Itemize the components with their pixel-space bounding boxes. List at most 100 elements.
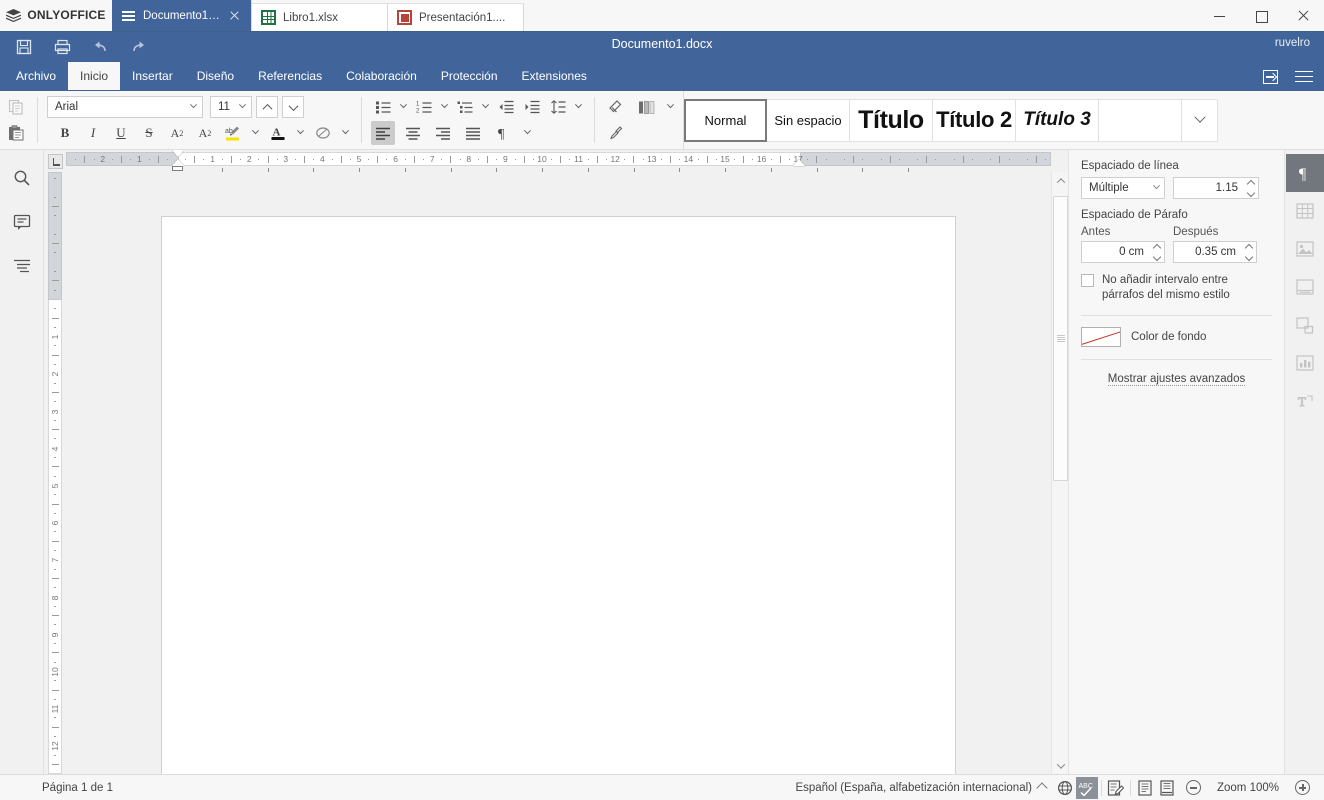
language-selector[interactable]: Español (España, alfabetización internac…	[787, 775, 1054, 800]
scrollbar-thumb[interactable]	[1053, 196, 1068, 481]
strikeout-button[interactable]: S	[137, 121, 161, 145]
multilevel-list-dropdown[interactable]	[479, 95, 492, 119]
header-footer-settings-button[interactable]	[1286, 268, 1324, 306]
document-page[interactable]	[161, 216, 956, 774]
style-titulo-2[interactable]: Título 2	[933, 98, 1016, 142]
spacing-before-stepper[interactable]	[1150, 242, 1164, 262]
document-canvas[interactable]	[66, 172, 1051, 774]
sidebar-item-comments[interactable]	[7, 208, 37, 236]
font-color-button[interactable]: A	[266, 121, 290, 145]
background-color-swatch[interactable]	[1081, 327, 1121, 347]
view-settings-button[interactable]	[1292, 66, 1316, 88]
scroll-down-button[interactable]	[1052, 757, 1069, 774]
line-spacing-button[interactable]	[546, 95, 570, 119]
tab-documento1[interactable]: Documento1.d...	[112, 0, 252, 31]
superscript-button[interactable]: A2	[165, 121, 189, 145]
tab-close-icon[interactable]	[228, 9, 242, 23]
show-advanced-settings-link[interactable]: Mostrar ajustes avanzados	[1107, 373, 1246, 386]
menu-item-referencias[interactable]: Referencias	[246, 62, 334, 90]
highlight-color-button[interactable]: ab	[221, 121, 245, 145]
text-art-settings-button[interactable]: T	[1286, 382, 1324, 420]
style-titulo[interactable]: Título	[850, 98, 933, 142]
spacing-before-input[interactable]: 0 cm	[1081, 241, 1165, 263]
align-right-button[interactable]	[431, 121, 455, 145]
chart-settings-button[interactable]	[1286, 344, 1324, 382]
set-document-language-button[interactable]	[1054, 777, 1076, 799]
subscript-button[interactable]: A2	[193, 121, 217, 145]
bulleted-list-dropdown[interactable]	[397, 95, 410, 119]
minimize-button[interactable]	[1198, 0, 1240, 31]
table-settings-button[interactable]	[1286, 192, 1324, 230]
decrease-indent-button[interactable]	[494, 95, 518, 119]
spacing-after-stepper[interactable]	[1242, 242, 1256, 262]
align-left-button[interactable]	[371, 121, 395, 145]
paragraph-settings-button[interactable]: ¶	[1285, 154, 1324, 192]
bulleted-list-button[interactable]	[371, 95, 395, 119]
font-name-combo[interactable]: Arial	[47, 96, 203, 118]
nonprinting-characters-button[interactable]: ¶	[491, 121, 515, 145]
fit-page-button[interactable]	[1134, 777, 1156, 799]
background-color-row[interactable]: Color de fondo	[1081, 327, 1272, 347]
vertical-ruler[interactable]: 1 2 3 4 5 6 7 8 9 10 11 12	[44, 172, 66, 774]
copy-button[interactable]	[4, 95, 28, 119]
save-button[interactable]	[8, 34, 40, 60]
chevron-down-icon[interactable]	[235, 100, 249, 110]
menu-item-insertar[interactable]: Insertar	[120, 62, 185, 90]
menu-item-archivo[interactable]: Archivo	[4, 62, 68, 90]
collapse-ribbon-button[interactable]	[1258, 66, 1282, 88]
clear-style-button[interactable]	[604, 95, 628, 119]
underline-button[interactable]: U	[109, 121, 133, 145]
paste-button[interactable]	[4, 121, 28, 145]
menu-item-extensiones[interactable]: Extensiones	[510, 62, 599, 90]
decrease-font-size-button[interactable]	[282, 96, 304, 118]
align-justify-button[interactable]	[461, 121, 485, 145]
columns-dropdown[interactable]	[664, 95, 677, 119]
no-space-same-style-checkbox[interactable]	[1081, 274, 1094, 287]
tab-stop-selector[interactable]	[44, 150, 66, 172]
line-spacing-rule-select[interactable]: Múltiple	[1081, 177, 1165, 199]
maximize-button[interactable]	[1240, 0, 1282, 31]
chevron-down-icon[interactable]	[1148, 181, 1164, 191]
fill-color-dropdown[interactable]	[339, 121, 352, 145]
spellcheck-button[interactable]: ABC	[1075, 776, 1098, 799]
style-titulo-3[interactable]: Título 3	[1016, 98, 1099, 142]
first-line-indent-marker[interactable]	[172, 150, 184, 157]
numbered-list-dropdown[interactable]	[438, 95, 451, 119]
line-spacing-value-input[interactable]: 1.15	[1173, 177, 1259, 199]
style-blank[interactable]	[1099, 98, 1182, 142]
vertical-scrollbar[interactable]	[1051, 172, 1068, 774]
highlight-color-dropdown[interactable]	[249, 121, 262, 145]
zoom-out-button[interactable]	[1178, 775, 1209, 800]
menu-item-diseno[interactable]: Diseño	[185, 62, 246, 90]
tab-presentacion1[interactable]: Presentación1....	[388, 3, 524, 31]
font-color-dropdown[interactable]	[294, 121, 307, 145]
horizontal-ruler[interactable]: 2 1 1 2 3 4 5 6 7 8 9 10 11 12 13 14 15 16 17	[66, 150, 1051, 172]
image-settings-button[interactable]	[1286, 230, 1324, 268]
line-spacing-stepper[interactable]	[1244, 178, 1258, 198]
track-changes-button[interactable]	[1105, 777, 1127, 799]
increase-font-size-button[interactable]	[256, 96, 278, 118]
shape-settings-button[interactable]	[1286, 306, 1324, 344]
menu-item-proteccion[interactable]: Protección	[429, 62, 510, 90]
undo-button[interactable]	[84, 34, 116, 60]
menu-item-colaboracion[interactable]: Colaboración	[334, 62, 429, 90]
multilevel-list-button[interactable]	[453, 95, 477, 119]
scroll-up-button[interactable]	[1052, 172, 1069, 189]
tab-libro1[interactable]: Libro1.xlsx	[252, 3, 388, 31]
columns-button[interactable]	[634, 95, 658, 119]
fit-width-button[interactable]	[1156, 777, 1178, 799]
expand-styles-button[interactable]	[1182, 98, 1218, 142]
no-space-same-style-row[interactable]: No añadir intervalo entre párrafos del m…	[1081, 273, 1272, 303]
bold-button[interactable]: B	[53, 121, 77, 145]
print-button[interactable]	[46, 34, 78, 60]
nonprinting-characters-dropdown[interactable]	[521, 121, 534, 145]
numbered-list-button[interactable]: 12	[412, 95, 436, 119]
style-normal[interactable]: Normal	[684, 98, 767, 142]
font-size-combo[interactable]: 11	[210, 96, 252, 118]
menu-item-inicio[interactable]: Inicio	[68, 62, 121, 90]
line-spacing-dropdown[interactable]	[572, 95, 585, 119]
style-sin-espacio[interactable]: Sin espacio	[767, 98, 850, 142]
sidebar-item-headings[interactable]	[7, 252, 37, 280]
copy-style-button[interactable]	[604, 121, 628, 145]
fill-color-button[interactable]	[311, 121, 335, 145]
